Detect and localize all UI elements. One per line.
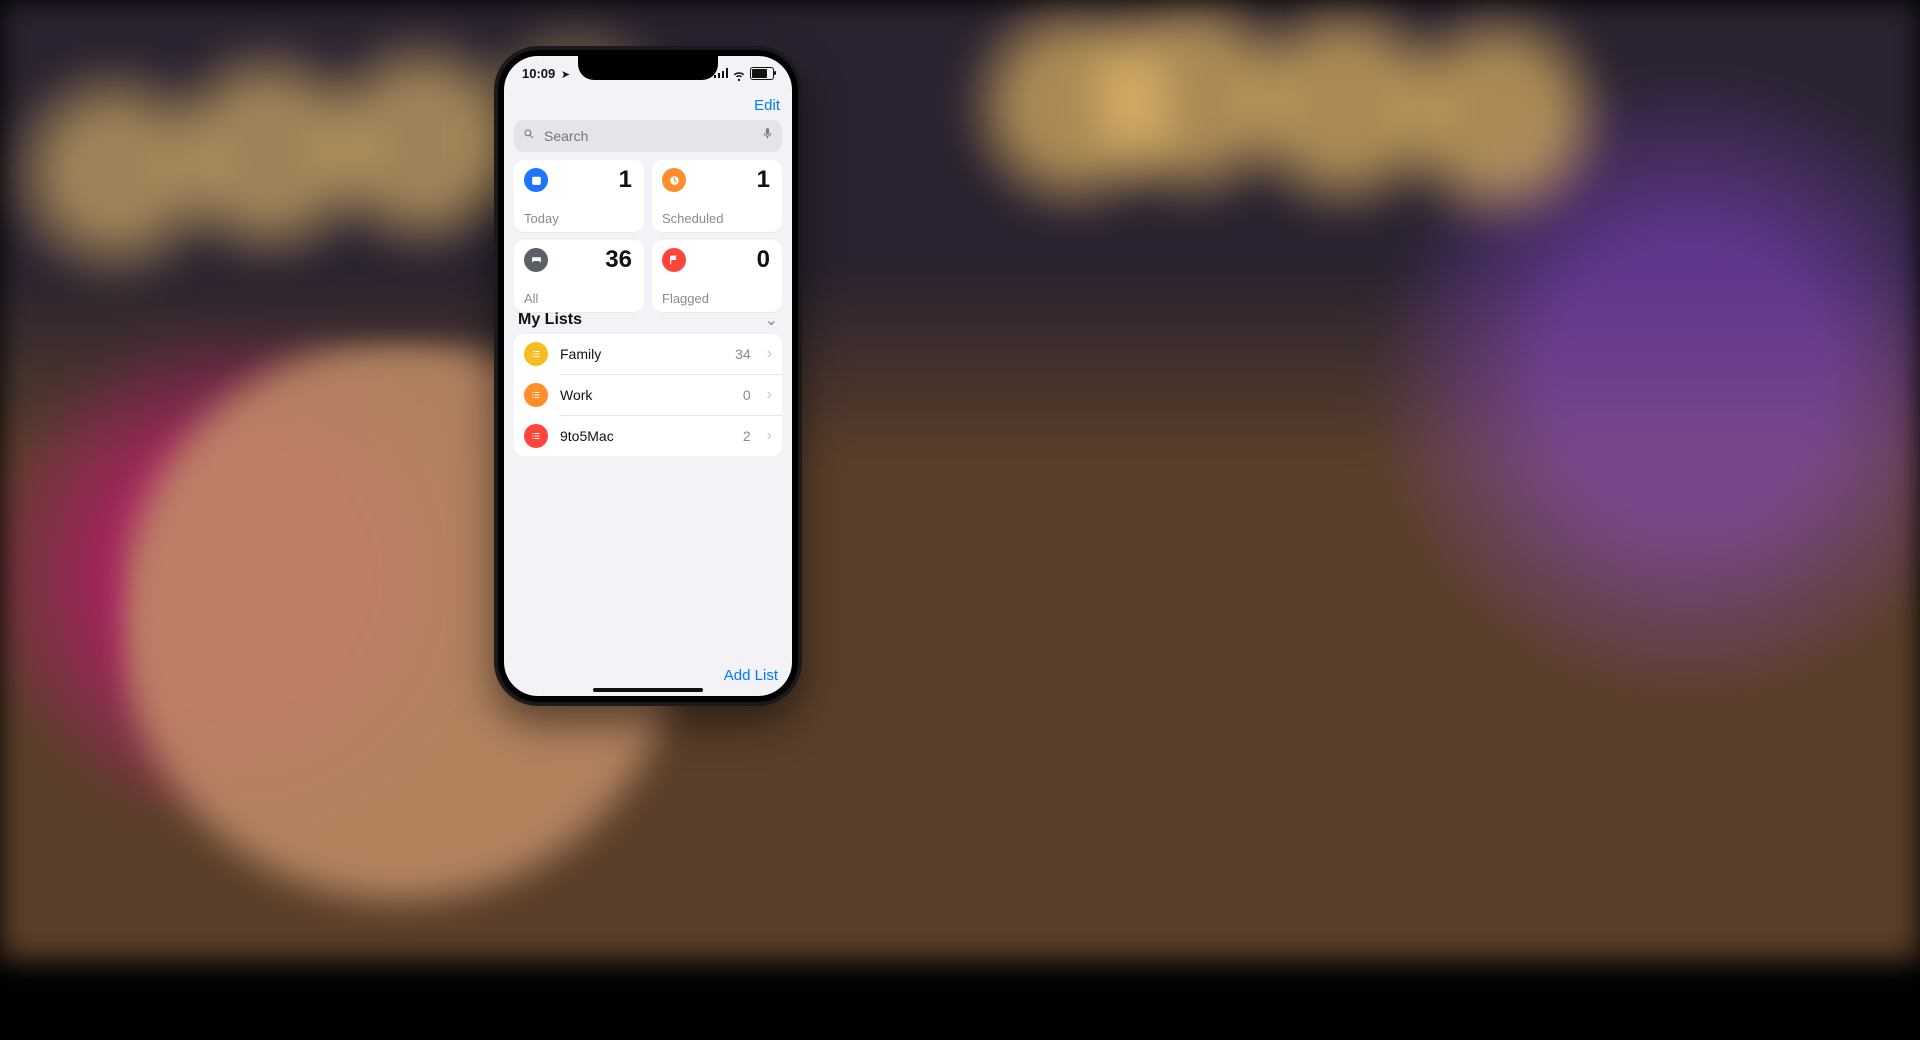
clock-icon bbox=[662, 168, 686, 192]
toolbar: Add List bbox=[504, 667, 792, 684]
all-count: 36 bbox=[605, 246, 632, 274]
chevron-right-icon: › bbox=[767, 386, 772, 404]
chevron-down-icon: ⌄ bbox=[765, 310, 778, 330]
nav-bar: Edit bbox=[504, 90, 792, 120]
my-lists-header[interactable]: My Lists ⌄ bbox=[518, 310, 778, 330]
today-label: Today bbox=[524, 211, 559, 226]
list-name: Family bbox=[560, 346, 723, 362]
my-lists-title: My Lists bbox=[518, 311, 582, 329]
list-icon bbox=[524, 342, 548, 366]
notch bbox=[578, 56, 718, 80]
list-icon bbox=[524, 424, 548, 448]
calendar-today-icon bbox=[524, 168, 548, 192]
search-input[interactable] bbox=[542, 127, 755, 145]
location-icon: ➤ bbox=[561, 69, 570, 81]
list-row[interactable]: Work 0 › bbox=[514, 375, 782, 415]
smart-list-scheduled[interactable]: 1 Scheduled bbox=[652, 160, 782, 232]
wifi-icon bbox=[732, 68, 746, 78]
smart-list-all[interactable]: 36 All bbox=[514, 240, 644, 312]
scheduled-count: 1 bbox=[757, 166, 770, 194]
list-count: 2 bbox=[743, 428, 751, 444]
today-count: 1 bbox=[619, 166, 632, 194]
list-name: 9to5Mac bbox=[560, 428, 731, 444]
smart-list-today[interactable]: 1 Today bbox=[514, 160, 644, 232]
list-row[interactable]: 9to5Mac 2 › bbox=[514, 416, 782, 456]
edit-button[interactable]: Edit bbox=[754, 97, 780, 114]
battery-icon bbox=[750, 67, 774, 80]
smart-lists-grid: 1 Today 1 Scheduled 36 All bbox=[514, 160, 782, 312]
my-lists: Family 34 › Work 0 › 9to5Mac 2 › bbox=[514, 334, 782, 456]
search-field[interactable] bbox=[514, 120, 782, 152]
chevron-right-icon: › bbox=[767, 345, 772, 363]
screen: 10:09 ➤ Edit bbox=[504, 56, 792, 696]
flagged-count: 0 bbox=[757, 246, 770, 274]
inbox-icon bbox=[524, 248, 548, 272]
all-label: All bbox=[524, 291, 538, 306]
iphone-frame: 10:09 ➤ Edit bbox=[494, 46, 802, 706]
status-time: 10:09 ➤ bbox=[522, 66, 570, 81]
status-time-text: 10:09 bbox=[522, 66, 555, 81]
dictation-icon[interactable] bbox=[761, 126, 774, 146]
scheduled-label: Scheduled bbox=[662, 211, 723, 226]
list-count: 34 bbox=[735, 346, 751, 362]
flagged-label: Flagged bbox=[662, 291, 709, 306]
home-indicator[interactable] bbox=[593, 688, 703, 692]
list-icon bbox=[524, 383, 548, 407]
flag-icon bbox=[662, 248, 686, 272]
add-list-button[interactable]: Add List bbox=[724, 667, 778, 684]
search-icon bbox=[522, 127, 536, 146]
list-row[interactable]: Family 34 › bbox=[514, 334, 782, 374]
chevron-right-icon: › bbox=[767, 427, 772, 445]
smart-list-flagged[interactable]: 0 Flagged bbox=[652, 240, 782, 312]
list-name: Work bbox=[560, 387, 731, 403]
list-count: 0 bbox=[743, 387, 751, 403]
